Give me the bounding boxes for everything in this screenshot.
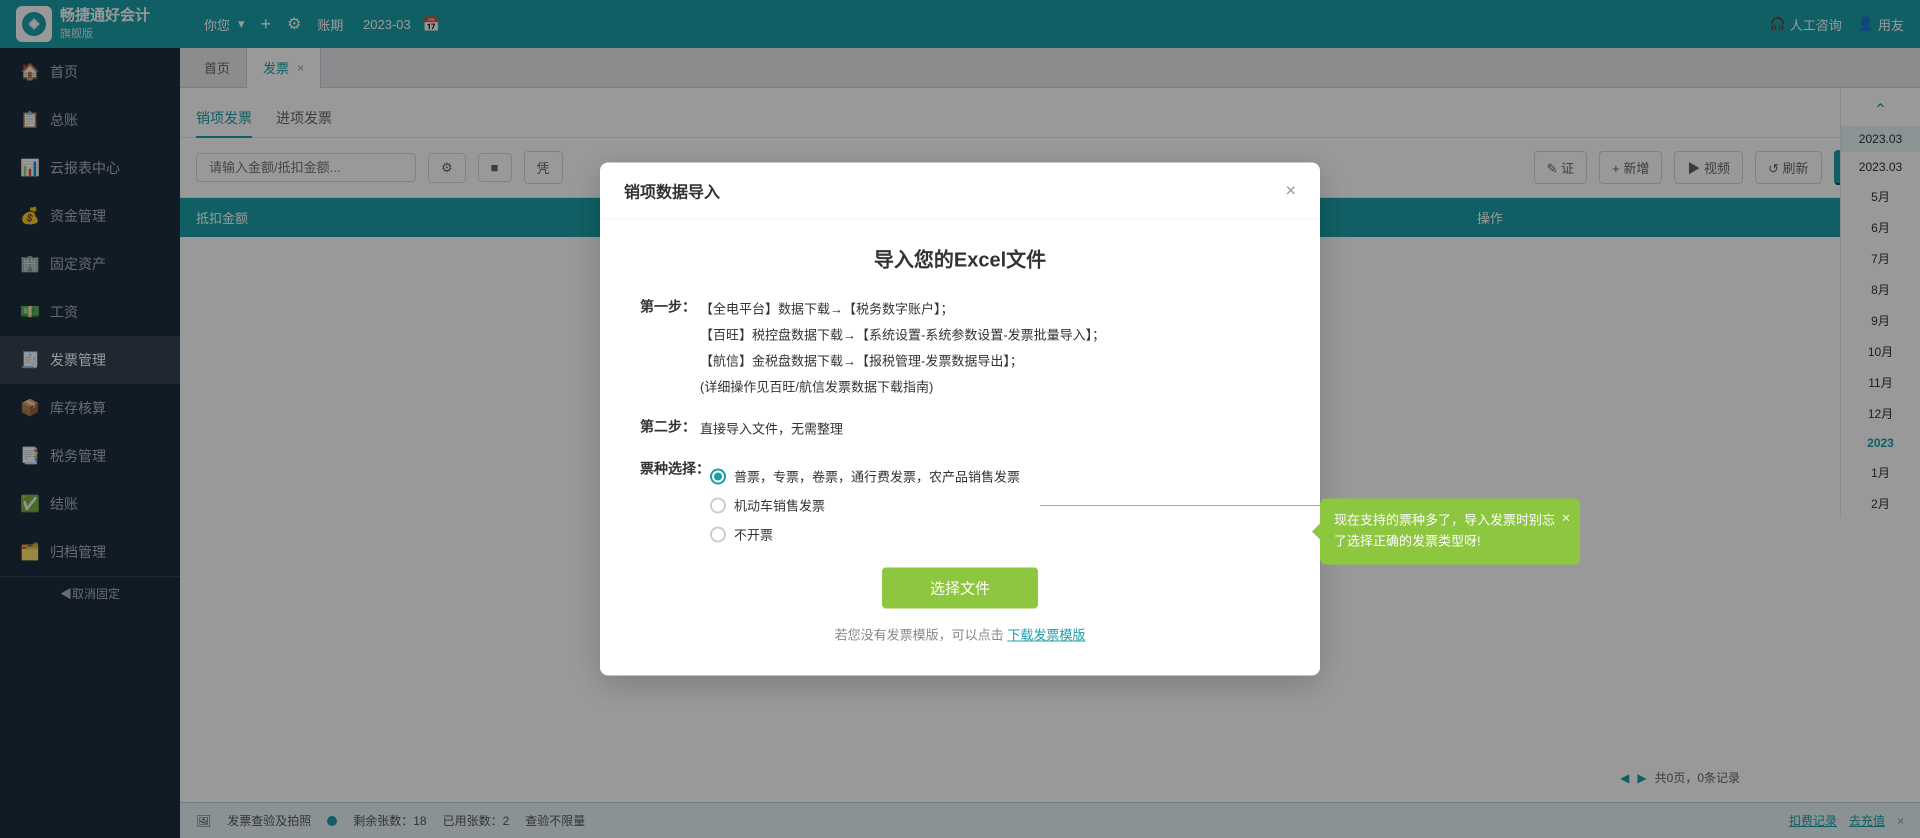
step1-link: (详细操作见百旺/航信发票数据下载指南) — [700, 375, 1105, 401]
modal-body: 导入您的Excel文件 第一步： 【全电平台】数据下载→【税务数字账户】； 【百… — [600, 220, 1320, 676]
ticket-label-row: 票种选择： 普票，专票，卷票，通行费发票，农产品销售发票 机动车销售发票 — [640, 459, 1280, 544]
radio-2-label: 机动车销售发票 — [734, 496, 825, 515]
step1-inline: 第一步： 【全电平台】数据下载→【税务数字账户】； 【百旺】税控盘数据下载→【系… — [640, 297, 1280, 401]
step2-row: 第二步： 直接导入文件，无需整理 — [640, 417, 1280, 443]
radio-option-1[interactable]: 普票，专票，卷票，通行费发票，农产品销售发票 — [710, 467, 1020, 486]
step1-line2: 【百旺】税控盘数据下载→【系统设置-系统参数设置-发票批量导入】； — [700, 323, 1105, 349]
radio-2-circle — [710, 497, 726, 513]
modal-footer: 若您没有发票模版，可以点击 下载发票模版 — [640, 625, 1280, 644]
tooltip-text: 现在支持的票种多了，导入发票时别忘了选择正确的发票类型呀! — [1334, 513, 1555, 549]
step2-inline: 第二步： 直接导入文件，无需整理 — [640, 417, 1280, 443]
radio-option-3[interactable]: 不开票 — [710, 525, 1020, 544]
ticket-section: 票种选择： 普票，专票，卷票，通行费发票，农产品销售发票 机动车销售发票 — [640, 459, 1280, 544]
step1-line3: 【航信】金税盘数据下载→【报税管理-发票数据导出】； — [700, 349, 1105, 375]
import-modal: 销项数据导入 × 导入您的Excel文件 第一步： 【全电平台】数据下载→【税务… — [600, 163, 1320, 676]
modal-close-button[interactable]: × — [1285, 180, 1296, 201]
step1-line1: 【全电平台】数据下载→【税务数字账户】； — [700, 297, 1105, 323]
step1-label: 第一步： — [640, 297, 700, 401]
radio-3-label: 不开票 — [734, 525, 773, 544]
download-template-link[interactable]: 下载发票模版 — [1007, 628, 1085, 643]
radio-3-circle — [710, 526, 726, 542]
step2-label: 第二步： — [640, 417, 700, 443]
footer-text: 若您没有发票模版，可以点击 — [835, 628, 1004, 643]
modal-subtitle: 导入您的Excel文件 — [640, 244, 1280, 273]
modal-title: 销项数据导入 — [624, 179, 720, 203]
radio-1-circle — [710, 468, 726, 484]
radio-1-label: 普票，专票，卷票，通行费发票，农产品销售发票 — [734, 467, 1020, 486]
step1-row: 第一步： 【全电平台】数据下载→【税务数字账户】； 【百旺】税控盘数据下载→【系… — [640, 297, 1280, 401]
radio-option-2[interactable]: 机动车销售发票 — [710, 496, 1020, 515]
guide-link[interactable]: (详细操作见百旺/航信发票数据下载指南) — [700, 380, 933, 395]
step2-content: 直接导入文件，无需整理 — [700, 417, 843, 443]
tooltip-close-button[interactable]: × — [1562, 507, 1570, 529]
step1-content: 【全电平台】数据下载→【税务数字账户】； 【百旺】税控盘数据下载→【系统设置-系… — [700, 297, 1105, 401]
select-file-button[interactable]: 选择文件 — [882, 568, 1038, 609]
tooltip-bubble: × 现在支持的票种多了，导入发票时别忘了选择正确的发票类型呀! — [1320, 499, 1580, 565]
ticket-label: 票种选择： — [640, 459, 710, 544]
modal-header: 销项数据导入 × — [600, 163, 1320, 220]
ticket-options: 普票，专票，卷票，通行费发票，农产品销售发票 机动车销售发票 不开票 — [710, 467, 1020, 544]
